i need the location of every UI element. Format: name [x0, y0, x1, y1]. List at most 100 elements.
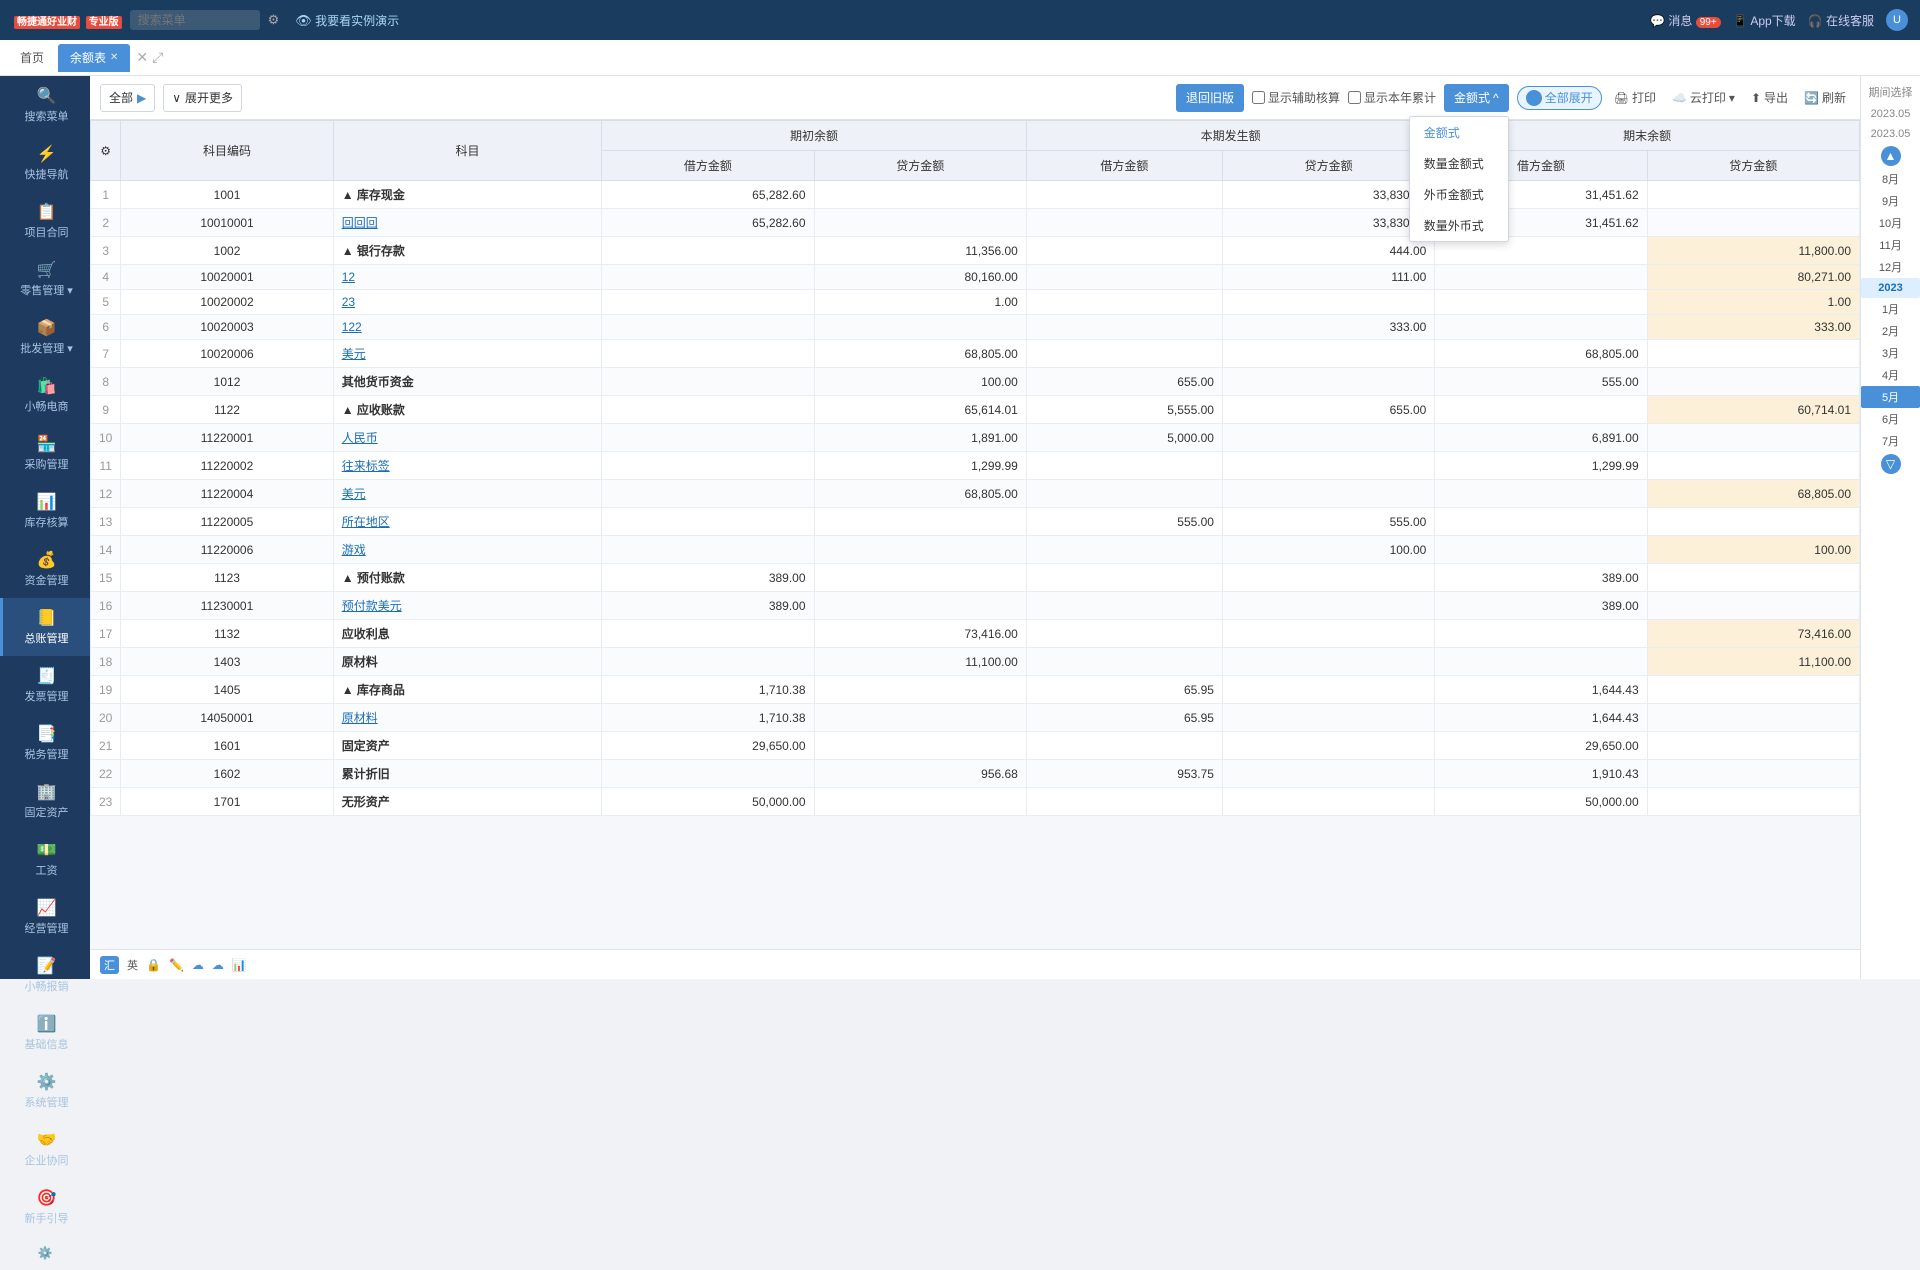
row-name[interactable]: 人民币 [333, 424, 602, 452]
month-7[interactable]: 7月 [1861, 430, 1920, 452]
assist-checkbox[interactable] [1252, 91, 1265, 104]
month-4[interactable]: 4月 [1861, 364, 1920, 386]
row-name: 累计折旧 [333, 760, 602, 788]
sidebar-item-system[interactable]: ⚙️ 系统管理 [0, 1062, 90, 1120]
user-info[interactable]: U [1886, 9, 1908, 31]
sidebar-item-basic[interactable]: ℹ️ 基础信息 [0, 1004, 90, 1062]
table-settings-icon[interactable]: ⚙ [100, 144, 111, 158]
show-year-check[interactable]: 显示本年累计 [1348, 89, 1436, 106]
sidebar-item-reports[interactable]: 📝 小畅报销 [0, 946, 90, 1004]
row-name[interactable]: 23 [333, 290, 602, 315]
month-3[interactable]: 3月 [1861, 342, 1920, 364]
bottom-icon-cloud1[interactable]: ☁ [192, 958, 204, 972]
all-filter-label: 全部 [109, 89, 133, 106]
bottom-icon-hui[interactable]: 汇 [100, 956, 119, 974]
balance-table: ⚙ 科目编码 科目 期初余额 本期发生额 期末余额 借方金额 贷方金额 借方金额… [90, 120, 1860, 816]
tab-maximize-btn[interactable]: ⤢ [152, 49, 163, 66]
message-btn[interactable]: 💬 消息 99+ [1650, 12, 1721, 29]
row-name[interactable]: 美元 [333, 340, 602, 368]
row-code: 14050001 [121, 704, 333, 732]
tab-balance[interactable]: 余额表 ✕ [58, 44, 130, 72]
month-5[interactable]: 5月 [1861, 386, 1920, 408]
sidebar-item-search[interactable]: 🔍 搜索菜单 [0, 76, 90, 134]
sidebar-item-inventory[interactable]: 📊 库存核算 [0, 482, 90, 540]
tab-home[interactable]: 首页 [8, 44, 56, 72]
service-btn[interactable]: 🎧 在线客服 [1808, 12, 1874, 29]
download-btn[interactable]: 📱 App下载 [1733, 12, 1796, 29]
sidebar-item-tax[interactable]: 📑 税务管理 [0, 714, 90, 772]
sidebar-item-retail[interactable]: 🛒 零售管理 ▾ [0, 250, 90, 308]
row-closing-credit [1647, 209, 1859, 237]
sidebar-item-capital[interactable]: 💰 资金管理 [0, 540, 90, 598]
sidebar-settings-btn[interactable]: ⚙️ [0, 1236, 90, 1270]
sidebar-item-project[interactable]: 📋 项目合同 [0, 192, 90, 250]
row-name[interactable]: 122 [333, 315, 602, 340]
mode-btn[interactable]: 金额式 ^ [1444, 84, 1509, 112]
mode-option-foreign[interactable]: 外币金额式 [1410, 179, 1508, 210]
tab-close-btn[interactable]: ✕ [136, 49, 148, 66]
sidebar-item-guide[interactable]: 🎯 新手引导 [0, 1178, 90, 1236]
sidebar-item-ecommerce[interactable]: 🛍️ 小畅电商 [0, 366, 90, 424]
gear-icon[interactable]: ⚙ [268, 12, 280, 28]
scroll-up-btn[interactable]: ▲ [1881, 146, 1901, 166]
row-current-credit [1222, 290, 1434, 315]
row-name[interactable]: 回回回 [333, 209, 602, 237]
row-name[interactable]: 原材料 [333, 704, 602, 732]
month-12[interactable]: 12月 [1861, 256, 1920, 278]
sidebar-item-purchase[interactable]: 🏪 采购管理 [0, 424, 90, 482]
tab-bar: 首页 余额表 ✕ ✕ ⤢ [0, 40, 1920, 76]
row-name[interactable]: 往来标签 [333, 452, 602, 480]
month-6[interactable]: 6月 [1861, 408, 1920, 430]
sidebar-item-salary[interactable]: 💵 工资 [0, 830, 90, 888]
month-9[interactable]: 9月 [1861, 190, 1920, 212]
year-checkbox[interactable] [1348, 91, 1361, 104]
current-credit-header: 贷方金额 [1222, 151, 1434, 181]
month-11[interactable]: 11月 [1861, 234, 1920, 256]
expand-all-toggle[interactable]: 全部展开 [1517, 86, 1602, 110]
mode-option-qty-foreign[interactable]: 数量外币式 [1410, 210, 1508, 241]
bottom-icon-en[interactable]: 英 [127, 957, 138, 973]
row-name[interactable]: 美元 [333, 480, 602, 508]
mode-option-qty-amount[interactable]: 数量金额式 [1410, 148, 1508, 179]
bottom-icon-edit[interactable]: ✏️ [169, 958, 184, 972]
expand-more-btn[interactable]: ∨ 展开更多 [163, 84, 242, 112]
refresh-btn[interactable]: 🔄 刷新 [1800, 89, 1850, 106]
sidebar-guide-label: 新手引导 [25, 1213, 69, 1225]
sidebar-item-coop[interactable]: 🤝 企业协同 [0, 1120, 90, 1178]
sidebar-item-quicknav[interactable]: ⚡ 快捷导航 [0, 134, 90, 192]
month-8[interactable]: 8月 [1861, 168, 1920, 190]
top-search-input[interactable] [130, 10, 260, 30]
all-filter[interactable]: 全部 ▶ [100, 84, 155, 112]
row-name[interactable]: 所在地区 [333, 508, 602, 536]
show-assist-check[interactable]: 显示辅助核算 [1252, 89, 1340, 106]
scroll-down-btn[interactable]: ▽ [1881, 454, 1901, 474]
sidebar-item-wholesale[interactable]: 📦 批发管理 ▾ [0, 308, 90, 366]
cloud-print-btn[interactable]: ☁️ 云打印 ▾ [1668, 89, 1739, 106]
back-btn[interactable]: 退回旧版 [1176, 84, 1244, 112]
bottom-icon-chart[interactable]: 📊 [232, 958, 247, 972]
row-name[interactable]: 游戏 [333, 536, 602, 564]
demo-link[interactable]: 👁 我要看实例演示 [295, 12, 399, 29]
sidebar-item-ledger[interactable]: 📒 总账管理 [0, 598, 90, 656]
month-10[interactable]: 10月 [1861, 212, 1920, 234]
bottom-icon-lock[interactable]: 🔒 [146, 958, 161, 972]
sidebar-item-assets[interactable]: 🏢 固定资产 [0, 772, 90, 830]
settings-col-header[interactable]: ⚙ [91, 121, 121, 181]
coop-icon: 🤝 [7, 1130, 86, 1150]
row-num: 15 [91, 564, 121, 592]
print-btn[interactable]: 🖨 打印 [1610, 89, 1660, 106]
row-name[interactable]: 预付款美元 [333, 592, 602, 620]
month-2[interactable]: 2月 [1861, 320, 1920, 342]
operations-icon: 📈 [7, 898, 86, 918]
table-row: 12 11220004 美元 68,805.00 68,805.00 [91, 480, 1860, 508]
tab-close-icon[interactable]: ✕ [110, 52, 118, 63]
tab-home-label: 首页 [20, 49, 44, 66]
sidebar-item-operations[interactable]: 📈 经营管理 [0, 888, 90, 946]
row-closing-credit [1647, 424, 1859, 452]
row-name[interactable]: 12 [333, 265, 602, 290]
bottom-icon-cloud2[interactable]: ☁ [212, 958, 224, 972]
export-btn[interactable]: ⬆ 导出 [1747, 89, 1792, 106]
sidebar-item-invoice[interactable]: 🧾 发票管理 [0, 656, 90, 714]
mode-option-amount[interactable]: 金额式 [1410, 117, 1508, 148]
month-1[interactable]: 1月 [1861, 298, 1920, 320]
